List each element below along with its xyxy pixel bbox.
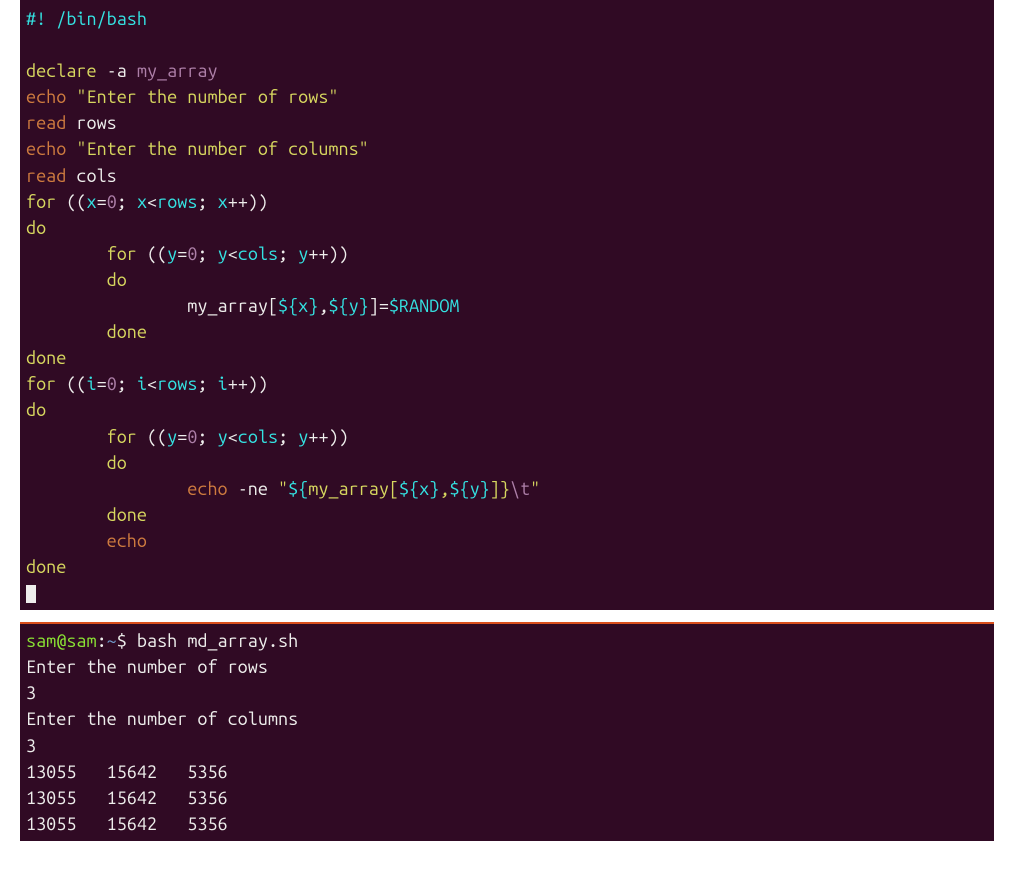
do-keyword: do (26, 400, 46, 420)
done-keyword: done (107, 322, 147, 342)
do-keyword: do (107, 270, 127, 290)
done-keyword: done (107, 505, 147, 525)
echo-keyword: echo (187, 479, 227, 499)
command-text: bash md_array.sh (137, 631, 298, 651)
read-keyword: read (26, 113, 66, 133)
do-keyword: do (107, 453, 127, 473)
do-keyword: do (26, 218, 46, 238)
prompt-user: sam@sam (26, 631, 97, 651)
for-keyword: for (26, 374, 56, 394)
output-line: 3 (26, 683, 36, 703)
shell-output-terminal[interactable]: sam@sam:~$ bash md_array.sh Enter the nu… (20, 622, 994, 841)
output-line: 3 (26, 736, 36, 756)
output-row: 13055 15642 5356 (26, 762, 228, 782)
output-line: Enter the number of columns (26, 709, 298, 729)
for-keyword: for (107, 244, 137, 264)
read-keyword: read (26, 166, 66, 186)
array-assignment: my_array[ (187, 296, 278, 316)
shebang-line: #! /bin/bash (26, 9, 147, 29)
script-editor-terminal[interactable]: #! /bin/bash declare -a my_array echo "E… (20, 0, 994, 610)
declare-keyword: declare (26, 61, 97, 81)
cursor-icon (26, 585, 36, 603)
output-line: Enter the number of rows (26, 657, 268, 677)
done-keyword: done (26, 557, 66, 577)
echo-keyword: echo (26, 87, 66, 107)
output-row: 13055 15642 5356 (26, 788, 228, 808)
echo-keyword: echo (26, 139, 66, 159)
done-keyword: done (26, 348, 66, 368)
prompt-path: ~ (107, 631, 117, 651)
for-keyword: for (26, 192, 56, 212)
output-row: 13055 15642 5356 (26, 814, 228, 834)
echo-keyword: echo (107, 531, 147, 551)
for-keyword: for (107, 427, 137, 447)
